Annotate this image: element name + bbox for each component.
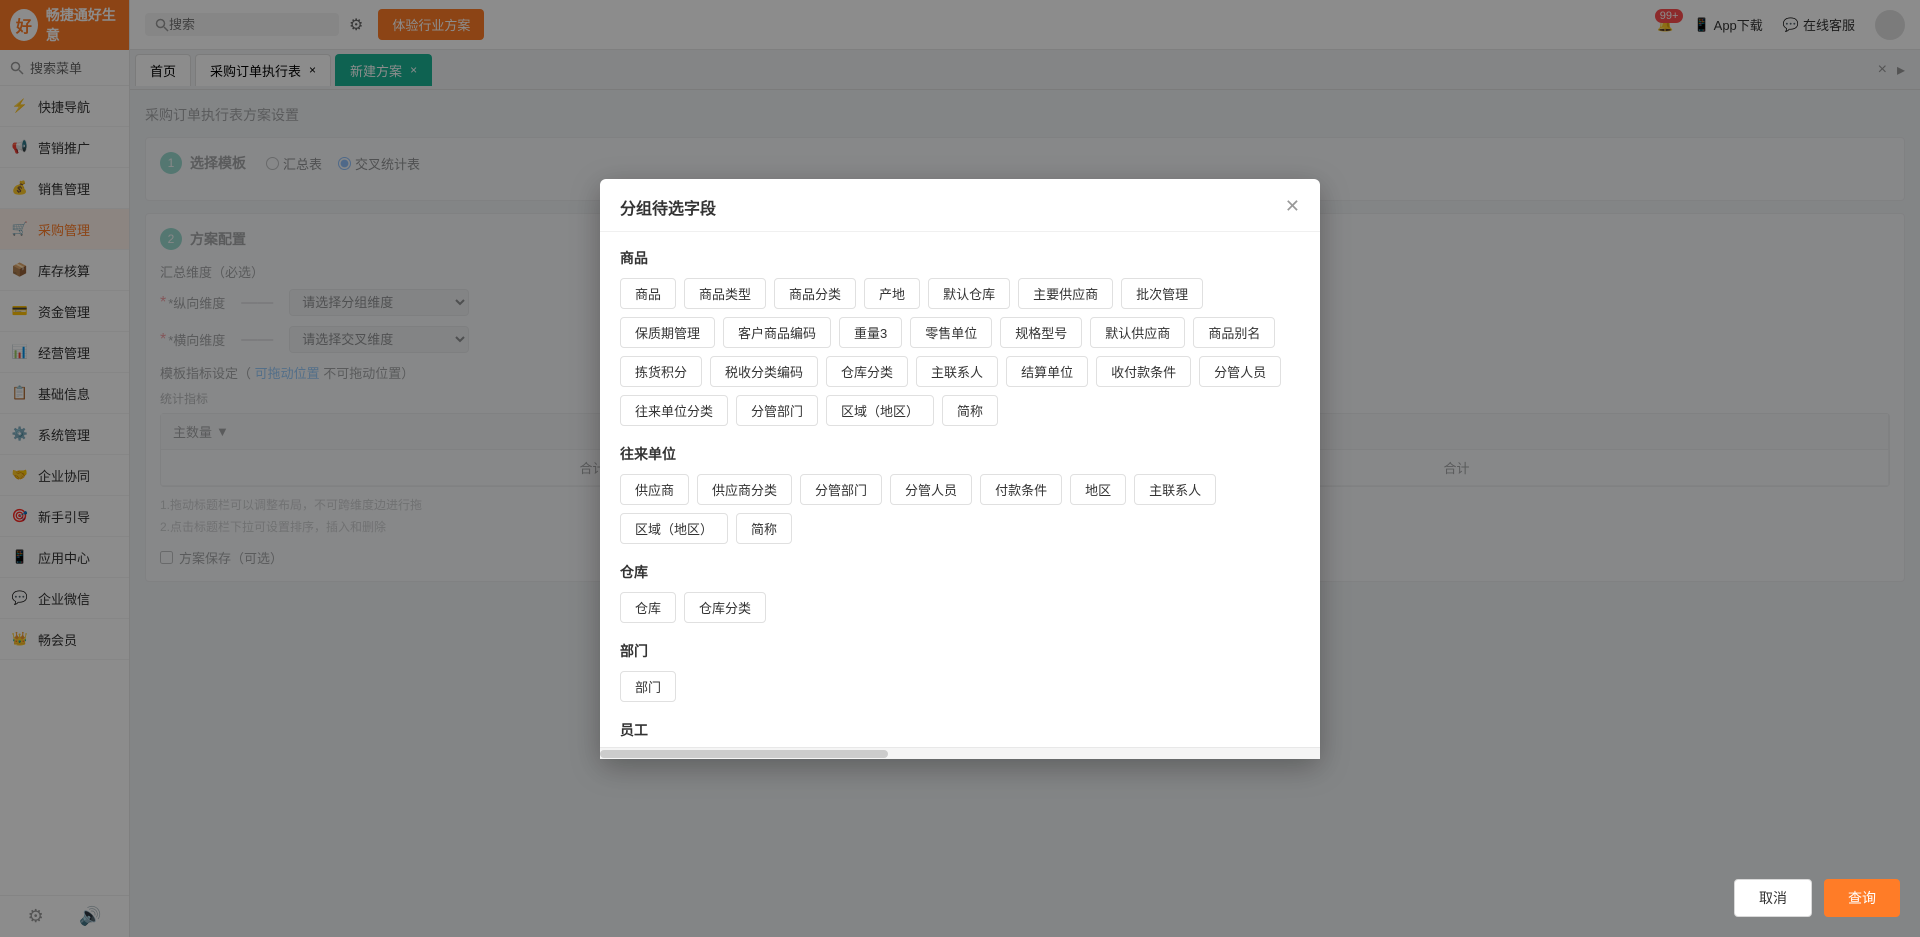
field-tag[interactable]: 供应商 <box>620 474 689 505</box>
field-tag[interactable]: 分管部门 <box>800 474 882 505</box>
field-tag[interactable]: 保质期管理 <box>620 317 715 348</box>
section-warehouse: 仓库仓库仓库分类 <box>620 562 1300 623</box>
field-tag[interactable]: 默认仓库 <box>928 278 1010 309</box>
field-tag[interactable]: 税收分类编码 <box>710 356 818 387</box>
field-tag[interactable]: 区域（地区） <box>620 513 728 544</box>
field-tag[interactable]: 主联系人 <box>916 356 998 387</box>
field-tag[interactable]: 产地 <box>864 278 920 309</box>
cancel-button[interactable]: 取消 <box>1734 879 1812 917</box>
field-tag[interactable]: 结算单位 <box>1006 356 1088 387</box>
field-tag[interactable]: 分管部门 <box>736 395 818 426</box>
field-tag[interactable]: 简称 <box>942 395 998 426</box>
section-title-department: 部门 <box>620 641 1300 661</box>
field-tag[interactable]: 仓库 <box>620 592 676 623</box>
field-tag[interactable]: 简称 <box>736 513 792 544</box>
field-tag[interactable]: 往来单位分类 <box>620 395 728 426</box>
field-tag[interactable]: 部门 <box>620 671 676 702</box>
field-tag[interactable]: 分管人员 <box>1199 356 1281 387</box>
field-tag[interactable]: 批次管理 <box>1121 278 1203 309</box>
section-partner: 往来单位供应商供应商分类分管部门分管人员付款条件地区主联系人区域（地区） 简称 <box>620 444 1300 544</box>
field-tag[interactable]: 仓库分类 <box>684 592 766 623</box>
field-tag[interactable]: 客户商品编码 <box>723 317 831 348</box>
field-tag[interactable]: 拣货积分 <box>620 356 702 387</box>
section-employee: 员工业务员 <box>620 720 1300 747</box>
modal-hscroll-thumb[interactable] <box>600 750 888 758</box>
modal-footer: 取消 查询 <box>1734 879 1900 917</box>
field-tag[interactable]: 付款条件 <box>980 474 1062 505</box>
field-tags-goods: 商品商品类型商品分类产地默认仓库主要供应商批次管理保质期管理客户商品编码重量3 零… <box>620 278 1300 426</box>
section-title-goods: 商品 <box>620 248 1300 268</box>
field-tag[interactable]: 主要供应商 <box>1018 278 1113 309</box>
section-title-warehouse: 仓库 <box>620 562 1300 582</box>
field-tags-partner: 供应商供应商分类分管部门分管人员付款条件地区主联系人区域（地区） 简称 <box>620 474 1300 544</box>
modal-hscrollbar[interactable] <box>600 747 1320 759</box>
field-tags-warehouse: 仓库仓库分类 <box>620 592 1300 623</box>
section-title-employee: 员工 <box>620 720 1300 740</box>
section-title-partner: 往来单位 <box>620 444 1300 464</box>
field-tag[interactable]: 零售单位 <box>910 317 992 348</box>
field-tag[interactable]: 商品 <box>620 278 676 309</box>
field-tags-department: 部门 <box>620 671 1300 702</box>
confirm-button[interactable]: 查询 <box>1824 879 1900 917</box>
field-tag[interactable]: 地区 <box>1070 474 1126 505</box>
field-tag[interactable]: 仓库分类 <box>826 356 908 387</box>
modal-header: 分组待选字段 ✕ <box>600 179 1320 232</box>
section-goods: 商品商品商品类型商品分类产地默认仓库主要供应商批次管理保质期管理客户商品编码重量… <box>620 248 1300 426</box>
section-department: 部门部门 <box>620 641 1300 702</box>
field-tag[interactable]: 分管人员 <box>890 474 972 505</box>
field-tag[interactable]: 商品分类 <box>774 278 856 309</box>
field-tag[interactable]: 重量3 <box>839 317 902 348</box>
field-select-modal: 分组待选字段 ✕ 商品商品商品类型商品分类产地默认仓库主要供应商批次管理保质期管… <box>600 179 1320 759</box>
field-tag[interactable]: 收付款条件 <box>1096 356 1191 387</box>
field-tag[interactable]: 默认供应商 <box>1090 317 1185 348</box>
modal-title: 分组待选字段 <box>620 195 716 219</box>
field-tag[interactable]: 规格型号 <box>1000 317 1082 348</box>
modal-close-btn[interactable]: ✕ <box>1285 196 1300 217</box>
field-tag[interactable]: 主联系人 <box>1134 474 1216 505</box>
field-tag[interactable]: 区域（地区） <box>826 395 934 426</box>
field-tag[interactable]: 商品别名 <box>1193 317 1275 348</box>
field-tag[interactable]: 商品类型 <box>684 278 766 309</box>
field-tag[interactable]: 供应商分类 <box>697 474 792 505</box>
modal-body: 商品商品商品类型商品分类产地默认仓库主要供应商批次管理保质期管理客户商品编码重量… <box>600 232 1320 747</box>
